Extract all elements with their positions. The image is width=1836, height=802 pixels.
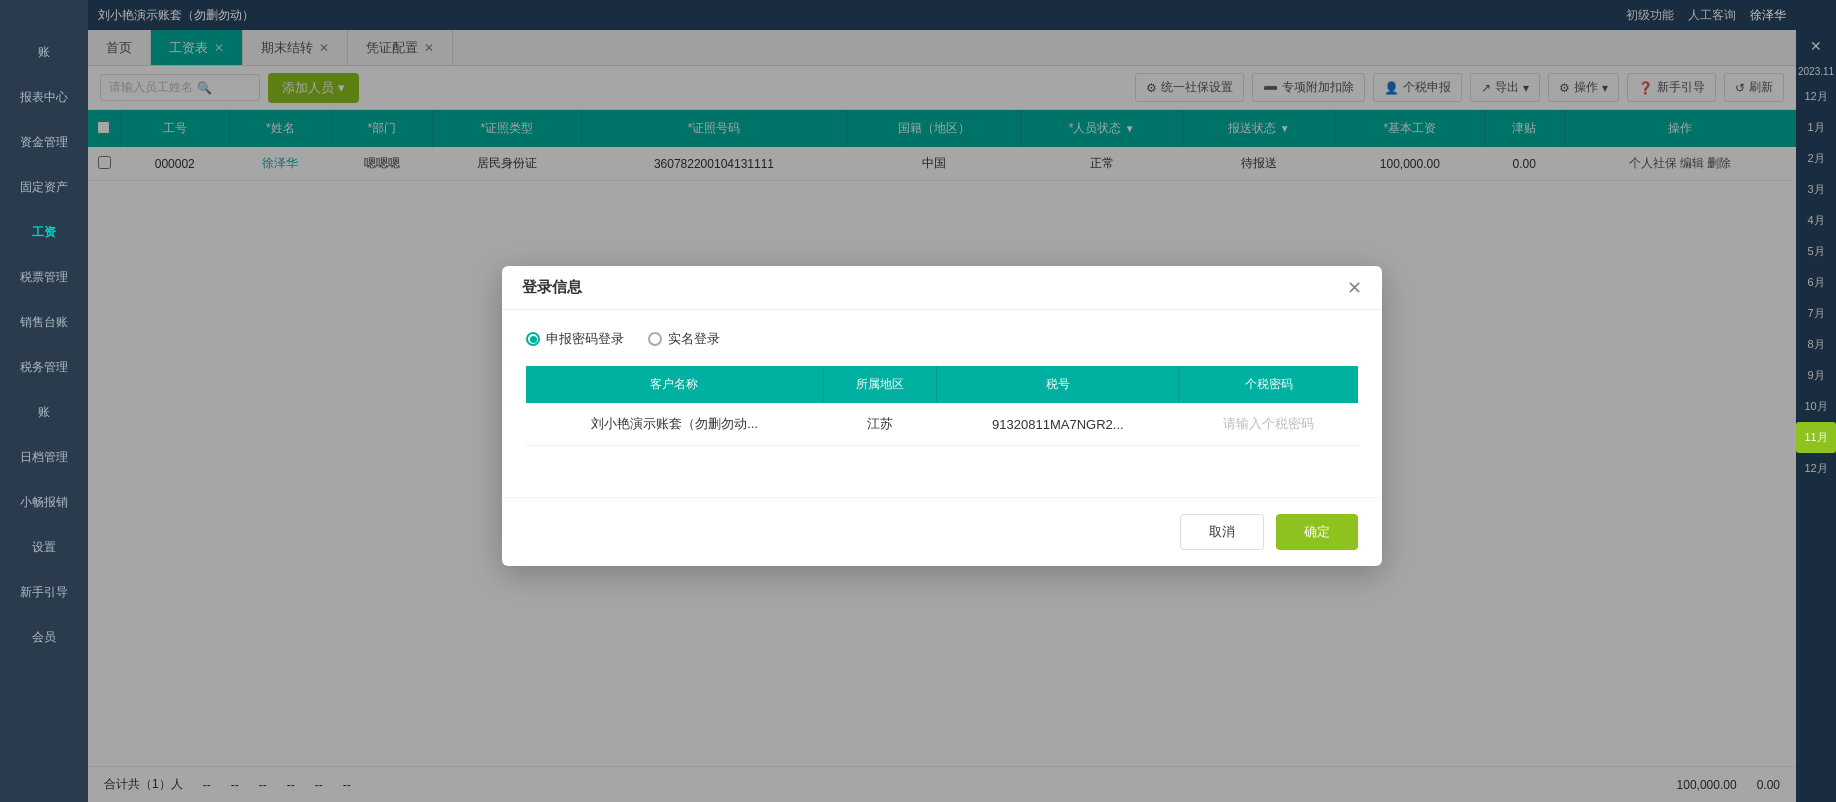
sidebar-item-fixed-assets[interactable]: 固定资产 [0, 165, 88, 210]
password-login-radio[interactable] [526, 332, 540, 346]
right-panel-nov[interactable]: 11月 [1796, 422, 1836, 453]
login-type-radio-group: 申报密码登录 实名登录 [526, 330, 1358, 348]
modal-cell-region: 江苏 [823, 403, 937, 446]
right-panel-aug[interactable]: 8月 [1796, 329, 1836, 360]
topbar-title: 刘小艳演示账套（勿删勿动） [98, 7, 254, 24]
login-info-modal: 登录信息 ✕ 申报密码登录 实名登录 [502, 266, 1382, 566]
sidebar-item-accounting[interactable]: 账 [0, 30, 88, 75]
realname-login-label: 实名登录 [668, 330, 720, 348]
right-panel-apr[interactable]: 4月 [1796, 205, 1836, 236]
sidebar-item-salary[interactable]: 工资 [0, 210, 88, 255]
right-panel-jan[interactable]: 1月 [1796, 112, 1836, 143]
modal-cell-tax-number: 91320811MA7NGR2... [937, 403, 1179, 446]
right-panel-jul[interactable]: 7月 [1796, 298, 1836, 329]
sidebar-item-archive[interactable]: 日档管理 [0, 435, 88, 480]
right-panel-mar[interactable]: 3月 [1796, 174, 1836, 205]
right-panel-dec[interactable]: 12月 [1796, 81, 1836, 112]
right-panel: ✕ 2023.11 12月 1月 2月 3月 4月 5月 6月 7月 8月 9月… [1796, 0, 1836, 802]
topbar-status: 初级功能 [1626, 7, 1674, 24]
right-panel-close[interactable]: ✕ [1796, 30, 1836, 62]
sidebar-item-vip[interactable]: 会员 [0, 615, 88, 660]
sidebar-item-report-center[interactable]: 报表中心 [0, 75, 88, 120]
confirm-button[interactable]: 确定 [1276, 514, 1358, 550]
sidebar-item-tax-ticket[interactable]: 税票管理 [0, 255, 88, 300]
realname-login-option[interactable]: 实名登录 [648, 330, 720, 348]
right-panel-feb[interactable]: 2月 [1796, 143, 1836, 174]
modal-body: 申报密码登录 实名登录 客户名称 所属地区 税号 个税密码 [502, 310, 1382, 497]
modal-title: 登录信息 [522, 278, 582, 297]
right-panel-jun[interactable]: 6月 [1796, 267, 1836, 298]
topbar-help[interactable]: 人工客询 [1688, 7, 1736, 24]
right-panel-oct[interactable]: 10月 [1796, 391, 1836, 422]
sidebar: 账 报表中心 资金管理 固定资产 工资 税票管理 销售台账 税务管理 账 日档管… [0, 0, 88, 802]
sidebar-item-guide[interactable]: 新手引导 [0, 570, 88, 615]
main-area: 首页 工资表 ✕ 期末结转 ✕ 凭证配置 ✕ 请输入员工姓名 🔍 添加人员 ▾ … [88, 30, 1796, 802]
right-panel-year: 2023.11 [1796, 62, 1836, 81]
modal-cell-client-name: 刘小艳演示账套（勿删勿动... [526, 403, 823, 446]
modal-table-row: 刘小艳演示账套（勿删勿动... 江苏 91320811MA7NGR2... 请输… [526, 403, 1358, 446]
sidebar-item-expense[interactable]: 小畅报销 [0, 480, 88, 525]
realname-login-radio[interactable] [648, 332, 662, 346]
modal-col-tax-password: 个税密码 [1179, 366, 1358, 403]
modal-login-table: 客户名称 所属地区 税号 个税密码 刘小艳演示账套（勿删勿动... 江苏 913… [526, 366, 1358, 446]
sidebar-item-fund-mgmt[interactable]: 资金管理 [0, 120, 88, 165]
topbar-user: 徐泽华 [1750, 7, 1786, 24]
modal-close-button[interactable]: ✕ [1347, 277, 1362, 299]
password-login-label: 申报密码登录 [546, 330, 624, 348]
modal-cell-tax-password[interactable]: 请输入个税密码 [1179, 403, 1358, 446]
cancel-button[interactable]: 取消 [1180, 514, 1264, 550]
modal-col-tax-number: 税号 [937, 366, 1179, 403]
sidebar-item-sales-ledger[interactable]: 销售台账 [0, 300, 88, 345]
modal-col-region: 所属地区 [823, 366, 937, 403]
modal-col-client-name: 客户名称 [526, 366, 823, 403]
right-panel-dec2[interactable]: 12月 [1796, 453, 1836, 484]
password-login-option[interactable]: 申报密码登录 [526, 330, 624, 348]
modal-overlay: 登录信息 ✕ 申报密码登录 实名登录 [88, 30, 1796, 802]
sidebar-item-settings[interactable]: 设置 [0, 525, 88, 570]
right-panel-sep[interactable]: 9月 [1796, 360, 1836, 391]
sidebar-item-accounts2[interactable]: 账 [0, 390, 88, 435]
sidebar-item-tax-mgmt[interactable]: 税务管理 [0, 345, 88, 390]
modal-footer: 取消 确定 [502, 497, 1382, 566]
right-panel-may[interactable]: 5月 [1796, 236, 1836, 267]
modal-header: 登录信息 ✕ [502, 266, 1382, 310]
topbar: 刘小艳演示账套（勿删勿动） 初级功能 人工客询 徐泽华 [88, 0, 1796, 30]
